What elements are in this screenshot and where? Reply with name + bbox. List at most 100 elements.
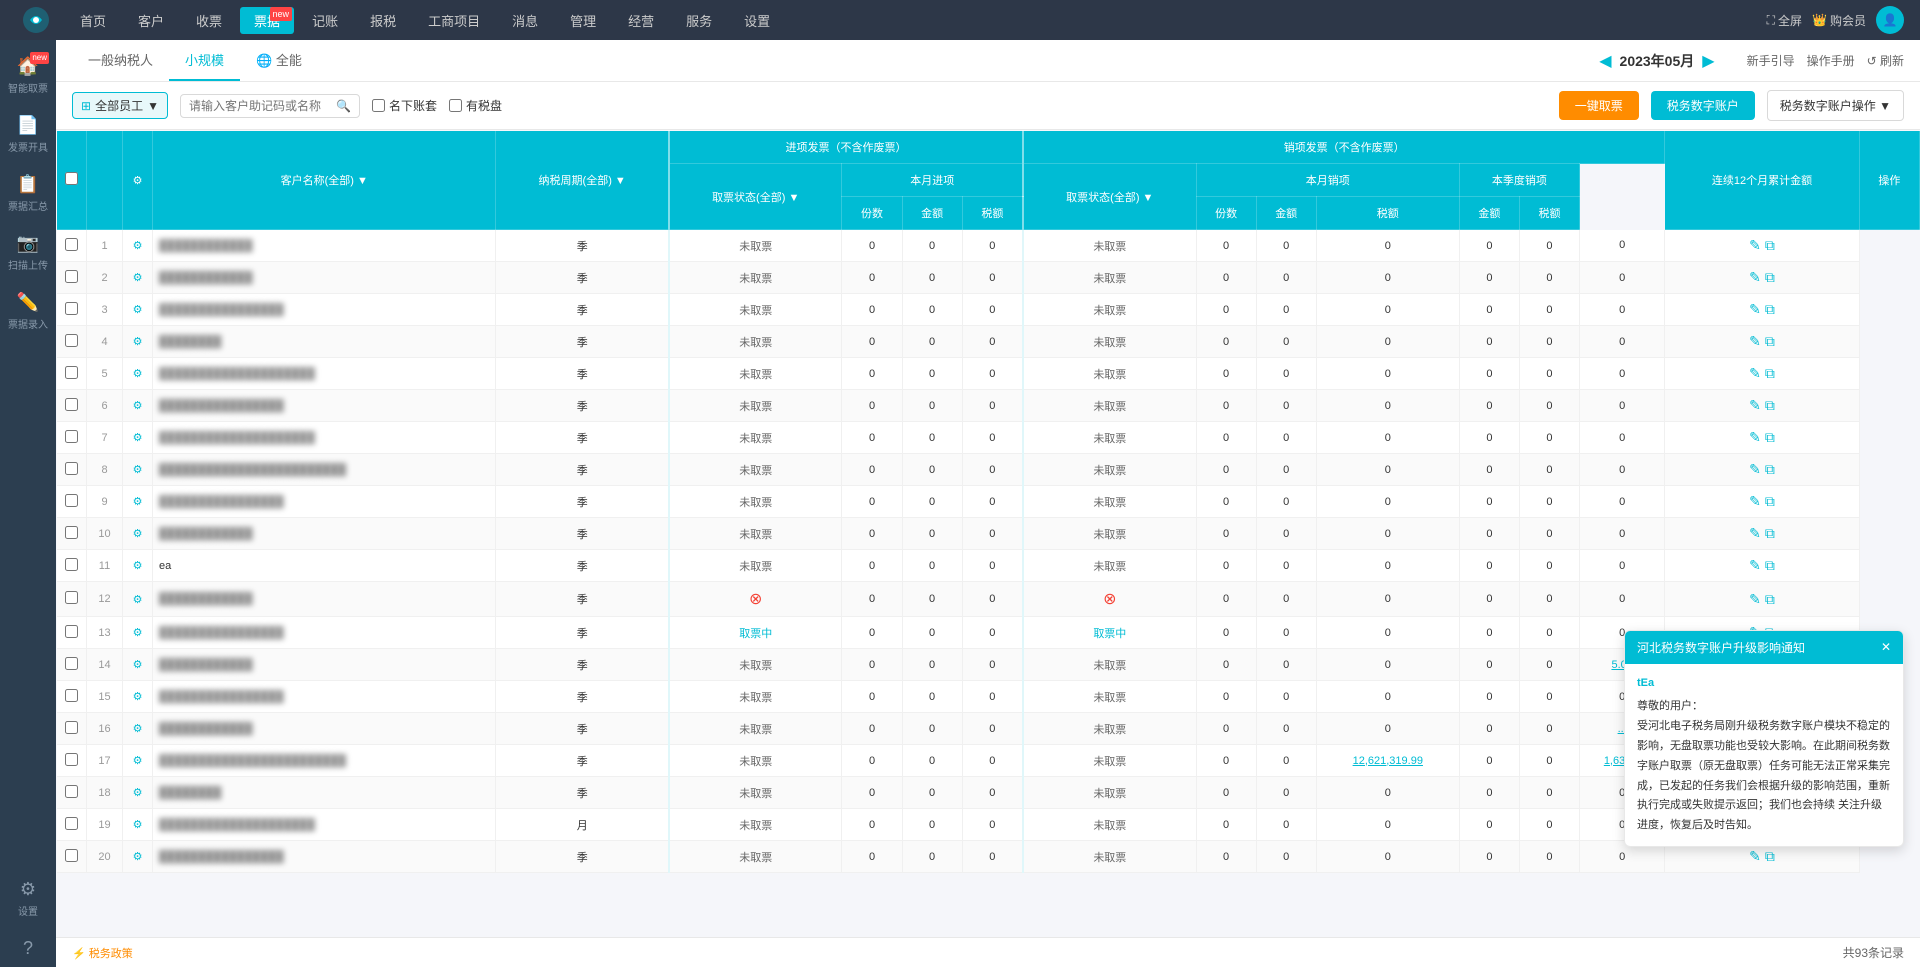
copy-icon[interactable]: ⧉ [1765,557,1775,574]
row-checkbox[interactable] [65,625,78,638]
row-gear-icon[interactable]: ⚙ [133,819,143,831]
sidebar-item-1[interactable]: 📄发票开具 [3,107,53,162]
edit-icon[interactable]: ✎ [1749,333,1761,350]
sub-tab-一般纳税人[interactable]: 一般纳税人 [72,40,169,81]
row-gear-icon[interactable]: ⚙ [133,240,143,252]
row-checkbox[interactable] [65,657,78,670]
sidebar-settings[interactable]: ⚙设置 [3,871,53,926]
edit-icon[interactable]: ✎ [1749,269,1761,286]
tax-digital-account-btn[interactable]: 税务数字账户 [1651,91,1755,120]
row-checkbox[interactable] [65,494,78,507]
row-checkbox[interactable] [65,785,78,798]
sidebar-help[interactable]: ? [3,930,53,967]
nav-item-收票[interactable]: 收票 [182,7,236,34]
edit-icon[interactable]: ✎ [1749,461,1761,478]
row-gear-icon[interactable]: ⚙ [133,304,143,316]
copy-icon[interactable]: ⧉ [1765,429,1775,446]
sidebar-item-2[interactable]: 📋票据汇总 [3,166,53,221]
row-gear-icon[interactable]: ⚙ [133,755,143,767]
notification-close-btn[interactable]: ✕ [1881,640,1891,654]
row-checkbox[interactable] [65,689,78,702]
sidebar-item-0[interactable]: 🏠智能取票new [3,48,53,103]
row-gear-icon[interactable]: ⚙ [133,627,143,639]
row-checkbox[interactable] [65,462,78,475]
sales-tax-link[interactable]: 12,621,319.99 [1353,755,1423,767]
edit-icon[interactable]: ✎ [1749,301,1761,318]
copy-icon[interactable]: ⧉ [1765,493,1775,510]
row-gear-icon[interactable]: ⚙ [133,691,143,703]
edit-icon[interactable]: ✎ [1749,365,1761,382]
one-key-ticket-btn[interactable]: 一键取票 [1559,91,1639,120]
edit-icon[interactable]: ✎ [1749,397,1761,414]
edit-icon[interactable]: ✎ [1749,557,1761,574]
refresh-link[interactable]: ↺ 刷新 [1867,52,1904,69]
edit-icon[interactable]: ✎ [1749,591,1761,608]
nav-item-票据[interactable]: 票据new [240,7,294,34]
row-checkbox[interactable] [65,366,78,379]
nav-item-工商项目[interactable]: 工商项目 [414,7,494,34]
nav-item-报税[interactable]: 报税 [356,7,410,34]
edit-icon[interactable]: ✎ [1749,525,1761,542]
copy-icon[interactable]: ⧉ [1765,237,1775,254]
sub-tab-全能[interactable]: 🌐 全能 [240,40,318,81]
row-checkbox[interactable] [65,849,78,862]
row-gear-icon[interactable]: ⚙ [133,723,143,735]
avatar[interactable]: 👤 [1876,6,1904,34]
nav-item-经营[interactable]: 经营 [614,7,668,34]
copy-icon[interactable]: ⧉ [1765,333,1775,350]
sidebar-item-3[interactable]: 📷扫描上传 [3,225,53,280]
row-gear-icon[interactable]: ⚙ [133,400,143,412]
nav-item-设置[interactable]: 设置 [730,7,784,34]
row-gear-icon[interactable]: ⚙ [133,336,143,348]
ops-manual-link[interactable]: 操作手册 [1807,52,1855,69]
period-next-btn[interactable]: ▶ [1702,51,1714,71]
copy-icon[interactable]: ⧉ [1765,461,1775,478]
nav-item-管理[interactable]: 管理 [556,7,610,34]
row-gear-icon[interactable]: ⚙ [133,432,143,444]
row-gear-icon[interactable]: ⚙ [133,496,143,508]
row-gear-icon[interactable]: ⚙ [133,272,143,284]
row-checkbox[interactable] [65,526,78,539]
new-guide-link[interactable]: 新手引导 [1747,52,1795,69]
row-gear-icon[interactable]: ⚙ [133,659,143,671]
nav-item-记账[interactable]: 记账 [298,7,352,34]
row-checkbox[interactable] [65,558,78,571]
period-prev-btn[interactable]: ◀ [1599,51,1611,71]
copy-icon[interactable]: ⧉ [1765,301,1775,318]
copy-icon[interactable]: ⧉ [1765,397,1775,414]
copy-icon[interactable]: ⧉ [1765,269,1775,286]
row-checkbox[interactable] [65,270,78,283]
member-btn[interactable]: 👑 购会员 [1812,12,1866,29]
sub-tab-小规模[interactable]: 小规模 [169,40,240,81]
fullscreen-btn[interactable]: ⛶ 全屏 [1767,12,1802,29]
row-checkbox[interactable] [65,334,78,347]
nav-item-消息[interactable]: 消息 [498,7,552,34]
nav-item-首页[interactable]: 首页 [66,7,120,34]
nav-item-客户[interactable]: 客户 [124,7,178,34]
row-gear-icon[interactable]: ⚙ [133,528,143,540]
named-accounts-checkbox[interactable]: 名下账套 [372,97,437,114]
search-box[interactable]: 🔍 [180,94,360,118]
row-checkbox[interactable] [65,817,78,830]
copy-icon[interactable]: ⧉ [1765,365,1775,382]
row-gear-icon[interactable]: ⚙ [133,594,143,606]
edit-icon[interactable]: ✎ [1749,848,1761,865]
select-all-checkbox[interactable] [65,172,78,185]
row-checkbox[interactable] [65,753,78,766]
row-gear-icon[interactable]: ⚙ [133,851,143,863]
row-gear-icon[interactable]: ⚙ [133,787,143,799]
search-input[interactable] [189,99,332,113]
row-checkbox[interactable] [65,238,78,251]
edit-icon[interactable]: ✎ [1749,429,1761,446]
row-checkbox[interactable] [65,591,78,604]
tax-digital-ops-btn[interactable]: 税务数字账户操作 ▼ [1767,90,1904,121]
footer-link[interactable]: ⚡ 税务政策 [72,945,1843,961]
copy-icon[interactable]: ⧉ [1765,525,1775,542]
row-checkbox[interactable] [65,398,78,411]
has-taxpad-checkbox[interactable]: 有税盘 [449,97,502,114]
row-gear-icon[interactable]: ⚙ [133,464,143,476]
row-checkbox[interactable] [65,430,78,443]
sidebar-item-4[interactable]: ✏️票据录入 [3,284,53,339]
nav-item-服务[interactable]: 服务 [672,7,726,34]
row-checkbox[interactable] [65,302,78,315]
